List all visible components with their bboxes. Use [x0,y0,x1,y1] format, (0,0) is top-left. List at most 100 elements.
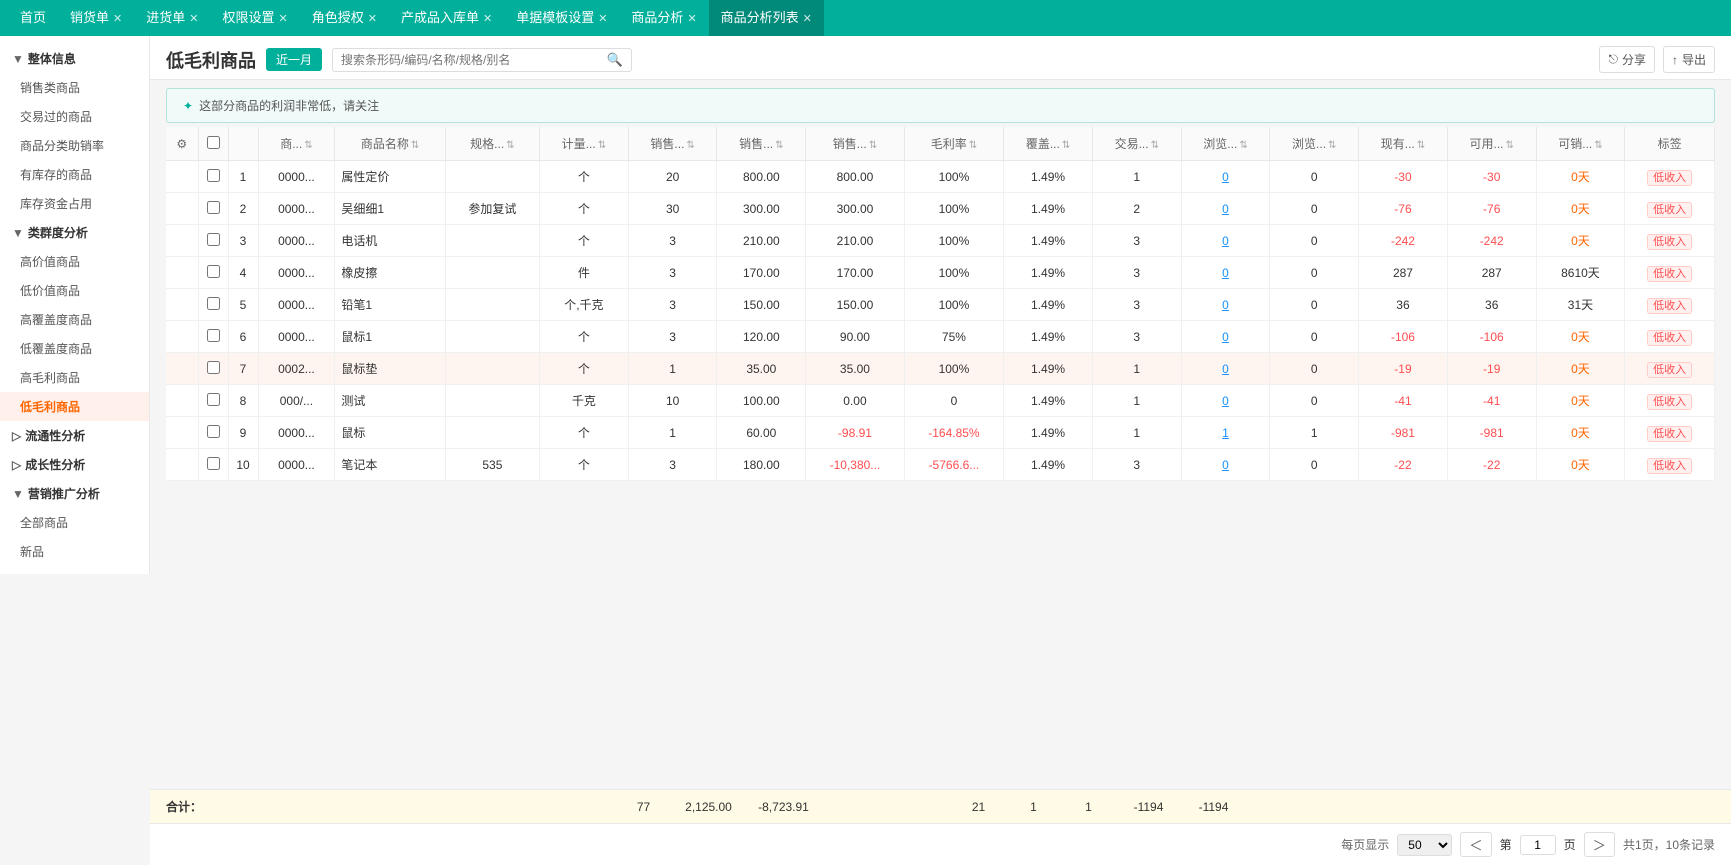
col-check-cell[interactable] [198,161,228,193]
next-page-button[interactable]: ＞ [1584,832,1615,857]
col-view1-cell[interactable]: 0 [1181,353,1270,385]
col-view1-cell[interactable]: 1 [1181,417,1270,449]
sidebar-item-low-coverage[interactable]: 低覆盖度商品 [0,334,149,363]
row-checkbox[interactable] [207,329,220,342]
prev-page-button[interactable]: ＜ [1460,832,1491,857]
col-code-header[interactable]: 商...⇅ [258,127,335,161]
col-sal2-header[interactable]: 销售...⇅ [717,127,806,161]
col-name-cell[interactable]: 属性定价 [335,161,445,193]
nav-close-product-entry[interactable]: ✕ [483,13,492,25]
col-view1-cell[interactable]: 0 [1181,289,1270,321]
col-stock-header[interactable]: 现有...⇅ [1359,127,1448,161]
per-page-select[interactable]: 50 100 200 [1397,834,1452,856]
sidebar-item-category-sales[interactable]: 商品分类助销率 [0,131,149,160]
nav-home[interactable]: 首页 [8,0,58,36]
nav-auth-settings[interactable]: 权限设置✕ [210,0,299,36]
row-checkbox[interactable] [207,393,220,406]
row-checkbox[interactable] [207,457,220,470]
col-view1-header[interactable]: 浏览...⇅ [1181,127,1270,161]
search-input[interactable] [341,53,607,67]
col-saledays-header[interactable]: 可销...⇅ [1536,127,1625,161]
col-name-cell[interactable]: 橡皮擦 [335,257,445,289]
col-check-cell[interactable] [198,321,228,353]
row-checkbox[interactable] [207,297,220,310]
row-checkbox[interactable] [207,169,220,182]
col-check-cell[interactable] [198,353,228,385]
col-unit-header[interactable]: 计量...⇅ [540,127,629,161]
nav-purchase-order[interactable]: 进货单✕ [134,0,210,36]
col-check-cell[interactable] [198,193,228,225]
nav-role-auth[interactable]: 角色授权✕ [300,0,389,36]
col-avail-header[interactable]: 可用...⇅ [1447,127,1536,161]
row-checkbox[interactable] [207,265,220,278]
sidebar-item-traded-products[interactable]: 交易过的商品 [0,102,149,131]
row-checkbox[interactable] [207,425,220,438]
col-name-cell[interactable]: 笔记本 [335,449,445,481]
col-check-cell[interactable] [198,257,228,289]
nav-close-sales[interactable]: ✕ [113,13,122,25]
sidebar-group-marketing[interactable]: ▼ 营销推广分析 [0,479,149,508]
nav-sales-order[interactable]: 销货单✕ [58,0,134,36]
nav-template-settings[interactable]: 单据模板设置✕ [504,0,619,36]
col-view1-cell[interactable]: 0 [1181,449,1270,481]
sidebar-item-low-value[interactable]: 低价值商品 [0,276,149,305]
nav-product-entry[interactable]: 产成品入库单✕ [389,0,504,36]
col-name-cell[interactable]: 鼠标 [335,417,445,449]
page-input[interactable] [1520,835,1556,855]
table-container[interactable]: ⚙ 商...⇅ 商品名称⇅ 规格...⇅ 计量...⇅ 销售...⇅ 销售...… [166,127,1715,789]
col-check-header[interactable] [198,127,228,161]
sidebar-item-high-value[interactable]: 高价值商品 [0,247,149,276]
sidebar-item-low-margin[interactable]: 低毛利商品 [0,392,149,421]
sidebar-item-high-coverage[interactable]: 高覆盖度商品 [0,305,149,334]
export-button[interactable]: ↑ 导出 [1663,46,1715,73]
col-check-cell[interactable] [198,449,228,481]
sidebar-item-new-products[interactable]: 新品 [0,537,149,566]
col-name-cell[interactable]: 吴细细1 [335,193,445,225]
nav-close-purchase[interactable]: ✕ [189,13,198,25]
sidebar-item-sales-products[interactable]: 销售类商品 [0,73,149,102]
col-check-cell[interactable] [198,417,228,449]
sidebar-item-high-margin[interactable]: 高毛利商品 [0,363,149,392]
nav-close-role[interactable]: ✕ [368,13,377,25]
row-checkbox[interactable] [207,201,220,214]
col-settings-header[interactable]: ⚙ [166,127,198,161]
row-checkbox[interactable] [207,233,220,246]
sidebar-group-cluster[interactable]: ▼ 类群度分析 [0,218,149,247]
col-view1-cell[interactable]: 0 [1181,257,1270,289]
nav-product-analysis-list[interactable]: 商品分析列表✕ [709,0,824,36]
col-grossrate-header[interactable]: 毛利率⇅ [904,127,1004,161]
nav-close-analysis[interactable]: ✕ [687,13,696,25]
col-view1-cell[interactable]: 0 [1181,225,1270,257]
col-coverage-header[interactable]: 覆盖...⇅ [1004,127,1093,161]
sidebar-item-all-products[interactable]: 全部商品 [0,508,149,537]
col-check-cell[interactable] [198,289,228,321]
col-check-cell[interactable] [198,385,228,417]
col-view1-cell[interactable]: 0 [1181,385,1270,417]
col-view1-cell[interactable]: 0 [1181,193,1270,225]
col-name-cell[interactable]: 电话机 [335,225,445,257]
col-name-cell[interactable]: 铅笔1 [335,289,445,321]
row-checkbox[interactable] [207,361,220,374]
col-trade-header[interactable]: 交易...⇅ [1092,127,1181,161]
nav-close-auth[interactable]: ✕ [279,13,288,25]
col-name-cell[interactable]: 鼠标1 [335,321,445,353]
share-button[interactable]: ⎋ 分享 [1599,46,1655,73]
sidebar-item-stocked-products[interactable]: 有库存的商品 [0,160,149,189]
nav-close-template[interactable]: ✕ [598,13,607,25]
col-name-cell[interactable]: 鼠标垫 [335,353,445,385]
select-all-checkbox[interactable] [207,136,220,149]
col-sal1-header[interactable]: 销售...⇅ [628,127,717,161]
col-view1-cell[interactable]: 0 [1181,161,1270,193]
col-view1-cell[interactable]: 0 [1181,321,1270,353]
sidebar-group-overall[interactable]: ▼ 整体信息 [0,44,149,73]
nav-close-analysis-list[interactable]: ✕ [803,13,812,25]
sidebar-item-inventory-capital[interactable]: 库存资金占用 [0,189,149,218]
time-filter-button[interactable]: 近一月 [266,48,322,71]
sidebar-group-circulation[interactable]: ▷ 流通性分析 [0,421,149,450]
col-name-header[interactable]: 商品名称⇅ [335,127,445,161]
col-view2-header[interactable]: 浏览...⇅ [1270,127,1359,161]
col-check-cell[interactable] [198,225,228,257]
col-name-cell[interactable]: 测试 [335,385,445,417]
col-sal3-header[interactable]: 销售...⇅ [806,127,904,161]
nav-product-analysis[interactable]: 商品分析✕ [619,0,708,36]
